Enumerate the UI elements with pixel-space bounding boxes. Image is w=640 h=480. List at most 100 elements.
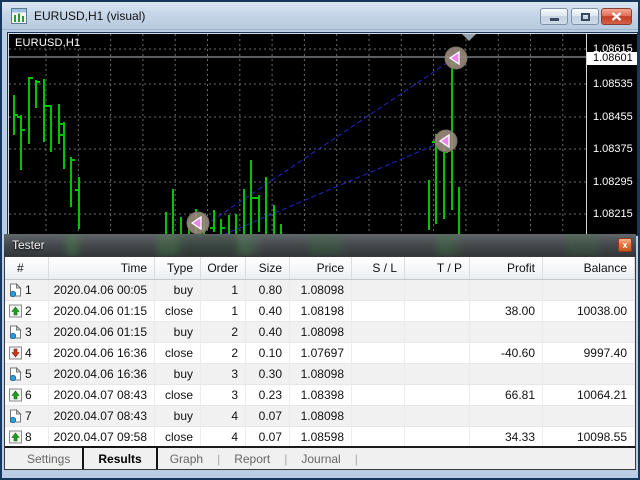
cell-tp — [405, 385, 470, 405]
cell-num: 1 — [5, 280, 49, 300]
tester-panel: Tester x # Time Type Order Size Price S / LT /… — [4, 234, 636, 470]
cell-profit: -40.60 — [470, 343, 543, 363]
close-button[interactable] — [601, 8, 632, 25]
cell-time: 2020.04.06 16:36 — [49, 364, 155, 384]
tab-separator: | — [354, 451, 358, 466]
cell-order: 2 — [201, 343, 246, 363]
open-trade-icon — [9, 409, 22, 423]
tab-separator: | — [284, 451, 288, 466]
cell-order: 1 — [201, 301, 246, 321]
cell-order: 3 — [201, 364, 246, 384]
cell-size: 0.40 — [246, 301, 290, 321]
cell-size: 0.30 — [246, 364, 290, 384]
cell-time: 2020.04.06 01:15 — [49, 322, 155, 342]
cell-sl — [352, 364, 405, 384]
price-axis-label: 1.08535 — [593, 78, 633, 90]
cell-time: 2020.04.06 16:36 — [49, 343, 155, 363]
cell-order: 4 — [201, 427, 246, 446]
cell-time: 2020.04.07 09:58 — [49, 427, 155, 446]
table-row[interactable]: 1 2020.04.06 00:05 buy 1 0.80 1.08098 — [5, 280, 635, 301]
cell-price: 1.08598 — [290, 427, 352, 446]
cell-size: 0.80 — [246, 280, 290, 300]
cell-num: 2 — [5, 301, 49, 321]
tab-graph[interactable]: Graph — [158, 448, 215, 469]
cell-balance — [543, 280, 635, 300]
cell-num: 5 — [5, 364, 49, 384]
price-axis-label: 1.08455 — [593, 111, 633, 123]
cell-tp — [405, 427, 470, 446]
tab-report[interactable]: Report — [222, 448, 282, 469]
cell-balance — [543, 322, 635, 342]
price-chart[interactable]: EURUSD,H1 1.08615 1.08535 1.08455 1.08375 1.… — [8, 33, 637, 235]
cell-sl — [352, 301, 405, 321]
price-axis-label: 1.08215 — [593, 208, 633, 220]
tester-titlebar[interactable]: Tester x — [4, 234, 636, 256]
cell-time: 2020.04.07 08:43 — [49, 385, 155, 405]
cell-sl — [352, 280, 405, 300]
table-row[interactable]: 5 2020.04.06 16:36 buy 3 0.30 1.08098 — [5, 364, 635, 385]
cell-num: 8 — [5, 427, 49, 446]
tab-journal[interactable]: Journal — [289, 448, 352, 469]
cell-balance: 10098.55 — [543, 427, 635, 446]
cell-time: 2020.04.06 01:15 — [49, 301, 155, 321]
chart-plot-area[interactable] — [9, 34, 586, 235]
price-axis-label: 1.08295 — [593, 176, 633, 188]
cell-num: 4 — [5, 343, 49, 363]
cell-sl — [352, 406, 405, 426]
open-trade-icon — [9, 325, 22, 339]
cell-price: 1.07697 — [290, 343, 352, 363]
restore-button[interactable] — [571, 8, 599, 25]
tester-title: Tester — [12, 238, 45, 252]
column-header-time: Time — [49, 257, 155, 279]
price-axis-label: 1.08375 — [593, 143, 633, 155]
cell-type: close — [155, 343, 201, 363]
cell-profit: 66.81 — [470, 385, 543, 405]
column-header-order: Order — [201, 257, 246, 279]
cell-tp — [405, 280, 470, 300]
cell-time: 2020.04.06 00:05 — [49, 280, 155, 300]
cell-tp — [405, 343, 470, 363]
cell-tp — [405, 406, 470, 426]
cell-order: 3 — [201, 385, 246, 405]
window-titlebar[interactable]: EURUSD,H1 (visual) — [2, 2, 638, 30]
results-table: # Time Type Order Size Price S / LT / P Profit B… — [5, 257, 635, 446]
cell-profit — [470, 364, 543, 384]
cell-type: buy — [155, 364, 201, 384]
time-pointer-icon — [462, 34, 476, 41]
tester-body: # Time Type Order Size Price S / LT / P Profit B… — [4, 256, 636, 470]
cell-tp — [405, 301, 470, 321]
table-row[interactable]: 4 2020.04.06 16:36 close 2 0.10 1.07697 -40.60… — [5, 343, 635, 364]
cell-num: 7 — [5, 406, 49, 426]
close-profit-icon — [9, 304, 22, 318]
trade-trend-line — [222, 140, 445, 235]
cell-balance: 9997.40 — [543, 343, 635, 363]
close-icon — [611, 12, 622, 21]
cell-sl — [352, 322, 405, 342]
column-header-price: Price — [290, 257, 352, 279]
table-row[interactable]: 3 2020.04.06 01:15 buy 2 0.40 1.08098 — [5, 322, 635, 343]
cell-profit — [470, 280, 543, 300]
tester-close-button[interactable]: x — [618, 238, 632, 252]
column-header-tp: T / P — [405, 257, 470, 279]
open-trade-icon — [9, 283, 22, 297]
table-row[interactable]: 8 2020.04.07 09:58 close 4 0.07 1.08598 34.33 1… — [5, 427, 635, 446]
cell-size: 0.23 — [246, 385, 290, 405]
open-trade-icon — [9, 367, 22, 381]
cell-price: 1.08198 — [290, 301, 352, 321]
table-row[interactable]: 2 2020.04.06 01:15 close 1 0.40 1.08198 38.00 1… — [5, 301, 635, 322]
tester-titlebar-glass — [4, 234, 636, 256]
cell-type: close — [155, 427, 201, 446]
trade-trend-line — [197, 58, 454, 231]
cell-balance — [543, 364, 635, 384]
cell-tp — [405, 364, 470, 384]
table-row[interactable]: 6 2020.04.07 08:43 close 3 0.23 1.08398 66.81 1… — [5, 385, 635, 406]
minimize-button[interactable] — [540, 8, 568, 25]
cell-price: 1.08098 — [290, 322, 352, 342]
results-table-header: # Time Type Order Size Price S / LT / P Profit B… — [5, 257, 635, 280]
tab-results[interactable]: Results — [82, 446, 158, 469]
tab-settings[interactable]: Settings — [15, 448, 82, 469]
table-row[interactable]: 7 2020.04.07 08:43 buy 4 0.07 1.08098 — [5, 406, 635, 427]
results-table-body: 1 2020.04.06 00:05 buy 1 0.80 1.08098 2 2020.04… — [5, 280, 635, 446]
cell-price: 1.08398 — [290, 385, 352, 405]
column-header-size: Size — [246, 257, 290, 279]
